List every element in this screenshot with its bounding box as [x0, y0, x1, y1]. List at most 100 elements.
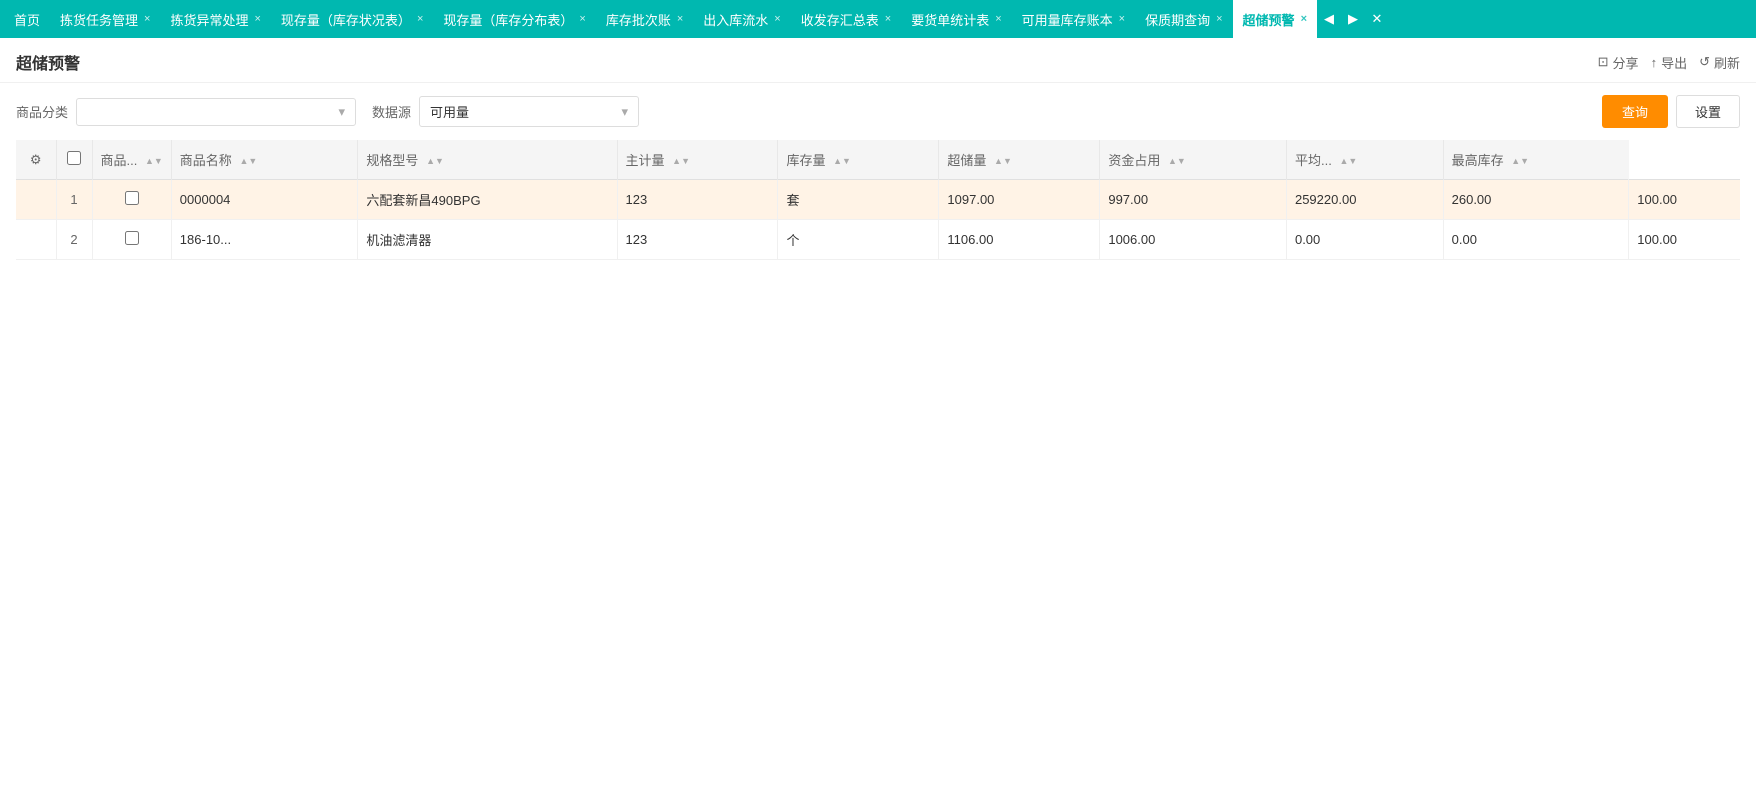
sort-stock-icon[interactable]: ▲▼: [833, 157, 851, 166]
nav-close-arrow[interactable]: ✕: [1365, 0, 1389, 38]
product-code-cell: 186-10...: [171, 220, 358, 260]
th-max-stock-label: 最高库存: [1452, 153, 1504, 168]
nav-item-label: 出入库流水: [703, 10, 768, 29]
nav-close-icon[interactable]: ×: [1301, 13, 1307, 25]
table-row: 2186-10...机油滤清器123个1106.001006.000.000.0…: [16, 220, 1740, 260]
gear-icon[interactable]: ⚙: [30, 152, 42, 167]
datasource-select[interactable]: 可用量 ▾: [419, 96, 639, 127]
nav-item-1[interactable]: 拣货任务管理×: [50, 0, 160, 38]
nav-close-icon[interactable]: ×: [1119, 13, 1125, 25]
th-max-stock: 最高库存 ▲▼: [1443, 140, 1629, 180]
th-stock: 库存量 ▲▼: [778, 140, 939, 180]
nav-item-0[interactable]: 首页: [4, 0, 50, 38]
overstock-table: ⚙ 商品... ▲▼ 商品名称 ▲▼ 规格型号 ▲▼ 主计: [16, 140, 1740, 260]
share-icon: ⊡: [1598, 54, 1609, 70]
sort-unit-icon[interactable]: ▲▼: [672, 157, 690, 166]
nav-close-icon[interactable]: ×: [677, 13, 683, 25]
filter-area: 商品分类 ▾ 数据源 可用量 ▾ 查询 设置: [0, 83, 1756, 140]
th-capital: 资金占用 ▲▼: [1100, 140, 1287, 180]
nav-item-2[interactable]: 拣货异常处理 ×: [160, 0, 270, 38]
avg-cell: 0.00: [1443, 220, 1629, 260]
sort-product-name-icon[interactable]: ▲▼: [239, 157, 257, 166]
table-body: 10000004六配套新昌490BPG123套1097.00997.002592…: [16, 180, 1740, 260]
sort-max-stock-icon[interactable]: ▲▼: [1511, 157, 1529, 166]
nav-close-icon[interactable]: ×: [1216, 13, 1222, 25]
row-gear: [16, 220, 56, 260]
nav-close-icon[interactable]: ×: [144, 13, 150, 25]
product-code-cell: 0000004: [171, 180, 358, 220]
refresh-icon: ↺: [1699, 54, 1710, 70]
datasource-filter-group: 数据源 可用量 ▾: [372, 96, 639, 127]
nav-item-6[interactable]: 出入库流水 ×: [693, 0, 790, 38]
nav-item-label: 首页: [14, 10, 40, 29]
datasource-label: 数据源: [372, 102, 411, 121]
nav-item-label: 拣货异常处理: [170, 10, 248, 29]
th-product-name-label: 商品名称: [180, 153, 232, 168]
nav-item-4[interactable]: 现存量（库存分布表）×: [433, 0, 595, 38]
nav-item-label: 库存批次账: [606, 10, 671, 29]
nav-item-label: 现存量（库存状况表）: [281, 10, 411, 29]
refresh-button[interactable]: ↺ 刷新: [1699, 53, 1740, 72]
select-all-checkbox[interactable]: [67, 151, 81, 165]
nav-item-8[interactable]: 要货单统计表×: [901, 0, 1011, 38]
th-avg: 平均... ▲▼: [1286, 140, 1443, 180]
sort-product-code-icon[interactable]: ▲▼: [145, 157, 163, 166]
page-title: 超储预警: [16, 50, 80, 74]
settings-button[interactable]: 设置: [1676, 95, 1740, 128]
capital-cell: 259220.00: [1286, 180, 1443, 220]
stock-cell: 1097.00: [939, 180, 1100, 220]
nav-close-icon[interactable]: ×: [417, 13, 423, 25]
datasource-value: 可用量: [430, 102, 469, 121]
stock-cell: 1106.00: [939, 220, 1100, 260]
avg-cell: 260.00: [1443, 180, 1629, 220]
nav-prev-arrow[interactable]: ◀: [1317, 0, 1341, 38]
table-container: ⚙ 商品... ▲▼ 商品名称 ▲▼ 规格型号 ▲▼ 主计: [0, 140, 1756, 260]
page-header: 超储预警 ⊡ 分享 ↑ 导出 ↺ 刷新: [0, 38, 1756, 83]
nav-item-5[interactable]: 库存批次账 ×: [596, 0, 693, 38]
export-button[interactable]: ↑ 导出: [1651, 53, 1688, 72]
header-actions: ⊡ 分享 ↑ 导出 ↺ 刷新: [1598, 53, 1740, 72]
nav-close-icon[interactable]: ×: [774, 13, 780, 25]
th-spec-label: 规格型号: [366, 153, 418, 168]
unit-cell: 套: [778, 180, 939, 220]
nav-item-9[interactable]: 可用量库存账本 ×: [1012, 0, 1135, 38]
th-product-code: 商品... ▲▼: [92, 140, 171, 180]
nav-item-10[interactable]: 保质期查询 ×: [1135, 0, 1232, 38]
nav-item-7[interactable]: 收发存汇总表×: [791, 0, 901, 38]
th-checkbox: [56, 140, 92, 180]
th-unit: 主计量 ▲▼: [617, 140, 778, 180]
nav-item-11[interactable]: 超储预警 ×: [1233, 0, 1317, 38]
share-button[interactable]: ⊡ 分享: [1598, 53, 1639, 72]
query-button[interactable]: 查询: [1602, 95, 1668, 128]
th-product-code-label: 商品...: [101, 153, 138, 168]
nav-bar: 首页拣货任务管理×拣货异常处理×现存量（库存状况表）×现存量（库存分布表）×库存…: [0, 0, 1756, 38]
nav-close-icon[interactable]: ×: [995, 13, 1001, 25]
max-stock-cell: 100.00: [1629, 220, 1740, 260]
spec-cell: 123: [617, 220, 778, 260]
nav-close-icon[interactable]: ×: [579, 13, 585, 25]
row-num-cell: 1: [56, 180, 92, 220]
sort-avg-icon[interactable]: ▲▼: [1339, 157, 1357, 166]
sort-capital-icon[interactable]: ▲▼: [1168, 157, 1186, 166]
row-checkbox-cell: [92, 180, 171, 220]
unit-cell: 个: [778, 220, 939, 260]
capital-cell: 0.00: [1286, 220, 1443, 260]
nav-item-3[interactable]: 现存量（库存状况表） ×: [271, 0, 433, 38]
overstock-cell: 997.00: [1100, 180, 1287, 220]
nav-item-label: 保质期查询: [1145, 10, 1210, 29]
spec-cell: 123: [617, 180, 778, 220]
category-select[interactable]: ▾: [76, 98, 356, 126]
nav-close-icon[interactable]: ×: [885, 13, 891, 25]
nav-next-arrow[interactable]: ▶: [1341, 0, 1365, 38]
nav-close-icon[interactable]: ×: [254, 13, 260, 25]
row-checkbox[interactable]: [125, 191, 139, 205]
th-unit-label: 主计量: [626, 153, 665, 168]
sort-spec-icon[interactable]: ▲▼: [426, 157, 444, 166]
row-checkbox[interactable]: [125, 231, 139, 245]
nav-item-label: 超储预警: [1243, 10, 1295, 29]
table-header-row: ⚙ 商品... ▲▼ 商品名称 ▲▼ 规格型号 ▲▼ 主计: [16, 140, 1740, 180]
max-stock-cell: 100.00: [1629, 180, 1740, 220]
nav-item-label: 可用量库存账本: [1022, 10, 1113, 29]
category-label: 商品分类: [16, 102, 68, 121]
sort-overstock-icon[interactable]: ▲▼: [994, 157, 1012, 166]
